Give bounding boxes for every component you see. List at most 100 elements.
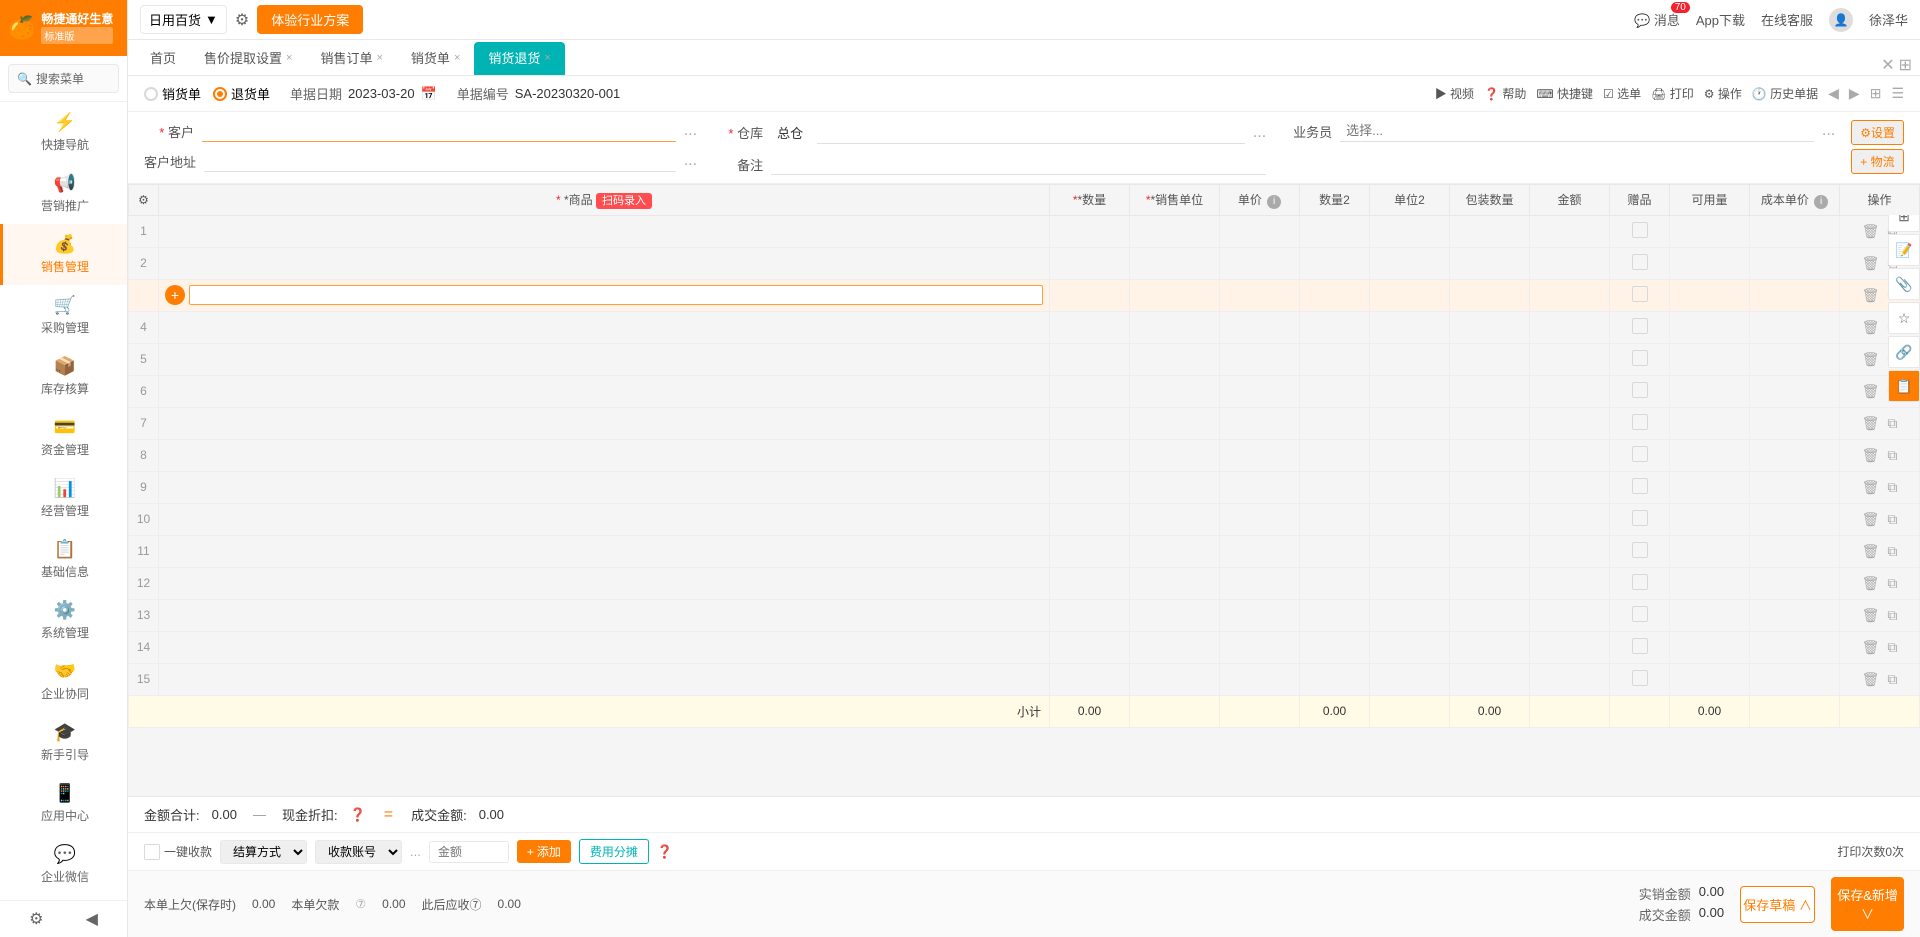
radio-return[interactable]: 退货单 xyxy=(213,84,270,103)
price-cell-7[interactable] xyxy=(1220,407,1300,439)
unit2-cell-5[interactable] xyxy=(1370,343,1450,375)
unit-cell-10[interactable] xyxy=(1130,503,1220,535)
save-new-button[interactable]: 保存&新增 ∨ xyxy=(1831,877,1904,931)
tab-sales-delivery-close[interactable]: × xyxy=(454,52,460,64)
price-cell-4[interactable] xyxy=(1220,311,1300,343)
sidebar-item-finance[interactable]: 💳 资金管理 xyxy=(0,407,127,468)
amount-cell-6[interactable] xyxy=(1530,375,1610,407)
avail-cell-7[interactable] xyxy=(1670,407,1750,439)
next-icon[interactable]: ▶ xyxy=(1849,85,1860,102)
qty-cell-7[interactable] xyxy=(1050,407,1130,439)
message-icon-area[interactable]: 💬 70 消息 xyxy=(1634,10,1680,29)
delete-icon-2[interactable]: 🗑 xyxy=(1862,255,1880,272)
gift-cell-2[interactable] xyxy=(1610,247,1670,279)
product-input-${i}[interactable] xyxy=(165,640,1043,654)
amount-cell-13[interactable] xyxy=(1530,599,1610,631)
product-input-${i}[interactable] xyxy=(165,512,1043,526)
debt-help-icon[interactable]: ⑦ xyxy=(355,897,366,911)
qty2-cell-8[interactable] xyxy=(1300,439,1370,471)
online-service-link[interactable]: 在线客服 xyxy=(1761,10,1813,29)
sidebar-item-guide[interactable]: 🎓 新手引导 xyxy=(0,712,127,773)
float-star-icon[interactable]: ☆ xyxy=(1888,302,1920,334)
delete-icon-8[interactable]: 🗑 xyxy=(1862,447,1880,464)
discount-help-icon[interactable]: ❓ xyxy=(350,807,366,823)
gift-checkbox-1[interactable] xyxy=(1632,222,1648,238)
delete-icon-15[interactable]: 🗑 xyxy=(1862,671,1880,688)
avail-cell-8[interactable] xyxy=(1670,439,1750,471)
sidebar-item-system[interactable]: ⚙️ 系统管理 xyxy=(0,590,127,651)
qty2-cell-15[interactable] xyxy=(1300,663,1370,695)
product-input-${i}[interactable] xyxy=(165,320,1043,334)
amount-cell-15[interactable] xyxy=(1530,663,1610,695)
tab-sales-return-close[interactable]: × xyxy=(544,52,550,64)
product-input-${i}[interactable] xyxy=(165,224,1043,238)
calendar-icon[interactable]: 📅 xyxy=(421,86,437,102)
gift-checkbox-6[interactable] xyxy=(1632,382,1648,398)
unit2-cell-1[interactable] xyxy=(1370,215,1450,247)
avail-cell-1[interactable] xyxy=(1670,215,1750,247)
price-info-icon[interactable]: i xyxy=(1267,195,1281,209)
cost-cell-15[interactable] xyxy=(1750,663,1840,695)
settings-side-btn[interactable]: ⚙设置 xyxy=(1851,120,1904,145)
product-cell-1[interactable] xyxy=(159,215,1050,247)
qty2-cell-13[interactable] xyxy=(1300,599,1370,631)
float-attachment-icon[interactable]: 📎 xyxy=(1888,268,1920,300)
sidebar-item-sales[interactable]: 💰 销售管理 xyxy=(0,224,127,285)
product-input-${i}[interactable] xyxy=(165,448,1043,462)
sidebar-item-base-info[interactable]: 📋 基础信息 xyxy=(0,529,127,590)
gift-checkbox-11[interactable] xyxy=(1632,542,1648,558)
pack-cell-7[interactable] xyxy=(1450,407,1530,439)
qty-cell-15[interactable] xyxy=(1050,663,1130,695)
price-cell-2[interactable] xyxy=(1220,247,1300,279)
industry-dropdown[interactable]: 日用百货 ▼ xyxy=(140,5,227,34)
qty2-cell-9[interactable] xyxy=(1300,471,1370,503)
pack-cell-14[interactable] xyxy=(1450,631,1530,663)
qty-cell-10[interactable] xyxy=(1050,503,1130,535)
remark-input[interactable] xyxy=(771,153,1266,175)
avail-cell-6[interactable] xyxy=(1670,375,1750,407)
qty-input-13[interactable] xyxy=(1056,608,1123,622)
product-cell-6[interactable] xyxy=(159,375,1050,407)
account-dots[interactable]: ... xyxy=(410,844,421,859)
amount-cell-8[interactable] xyxy=(1530,439,1610,471)
product-input-${i}[interactable] xyxy=(165,672,1043,686)
gift-cell-5[interactable] xyxy=(1610,343,1670,375)
qty2-cell-3[interactable] xyxy=(1300,279,1370,311)
qty-cell-11[interactable] xyxy=(1050,535,1130,567)
product-cell-5[interactable] xyxy=(159,343,1050,375)
th-gear[interactable]: ⚙ xyxy=(129,185,159,216)
amount-cell-7[interactable] xyxy=(1530,407,1610,439)
amount-cell-12[interactable] xyxy=(1530,567,1610,599)
unit2-cell-13[interactable] xyxy=(1370,599,1450,631)
scan-btn[interactable]: 扫码录入 xyxy=(596,193,652,209)
tab-sales-order-close[interactable]: × xyxy=(376,52,382,64)
unit-cell-15[interactable] xyxy=(1130,663,1220,695)
product-cell-11[interactable] xyxy=(159,535,1050,567)
price-cell-3[interactable] xyxy=(1220,279,1300,311)
qty2-cell-2[interactable] xyxy=(1300,247,1370,279)
gift-checkbox-3[interactable] xyxy=(1632,286,1648,302)
product-input-${i}[interactable] xyxy=(165,576,1043,590)
shortcut-btn[interactable]: ⌨ 快捷键 xyxy=(1536,85,1593,102)
unit2-cell-10[interactable] xyxy=(1370,503,1450,535)
product-input-${i}[interactable] xyxy=(165,384,1043,398)
qty-cell-3[interactable] xyxy=(1050,279,1130,311)
price-cell-13[interactable] xyxy=(1220,599,1300,631)
qty-cell-14[interactable] xyxy=(1050,631,1130,663)
copy-icon-11[interactable]: ⧉ xyxy=(1887,543,1897,560)
topbar-settings-icon[interactable]: ⚙ xyxy=(235,10,249,30)
pack-cell-15[interactable] xyxy=(1450,663,1530,695)
qty-cell-4[interactable] xyxy=(1050,311,1130,343)
unit2-cell-14[interactable] xyxy=(1370,631,1450,663)
pack-cell-5[interactable] xyxy=(1450,343,1530,375)
avail-cell-2[interactable] xyxy=(1670,247,1750,279)
fee-help-icon[interactable]: ❓ xyxy=(657,844,673,860)
copy-icon-13[interactable]: ⧉ xyxy=(1887,607,1897,624)
pack-cell-11[interactable] xyxy=(1450,535,1530,567)
gift-checkbox-9[interactable] xyxy=(1632,478,1648,494)
pack-cell-4[interactable] xyxy=(1450,311,1530,343)
operate-btn[interactable]: ⚙ 操作 xyxy=(1704,85,1742,102)
avail-cell-3[interactable] xyxy=(1670,279,1750,311)
price-cell-6[interactable] xyxy=(1220,375,1300,407)
delete-icon-6[interactable]: 🗑 xyxy=(1862,383,1880,400)
